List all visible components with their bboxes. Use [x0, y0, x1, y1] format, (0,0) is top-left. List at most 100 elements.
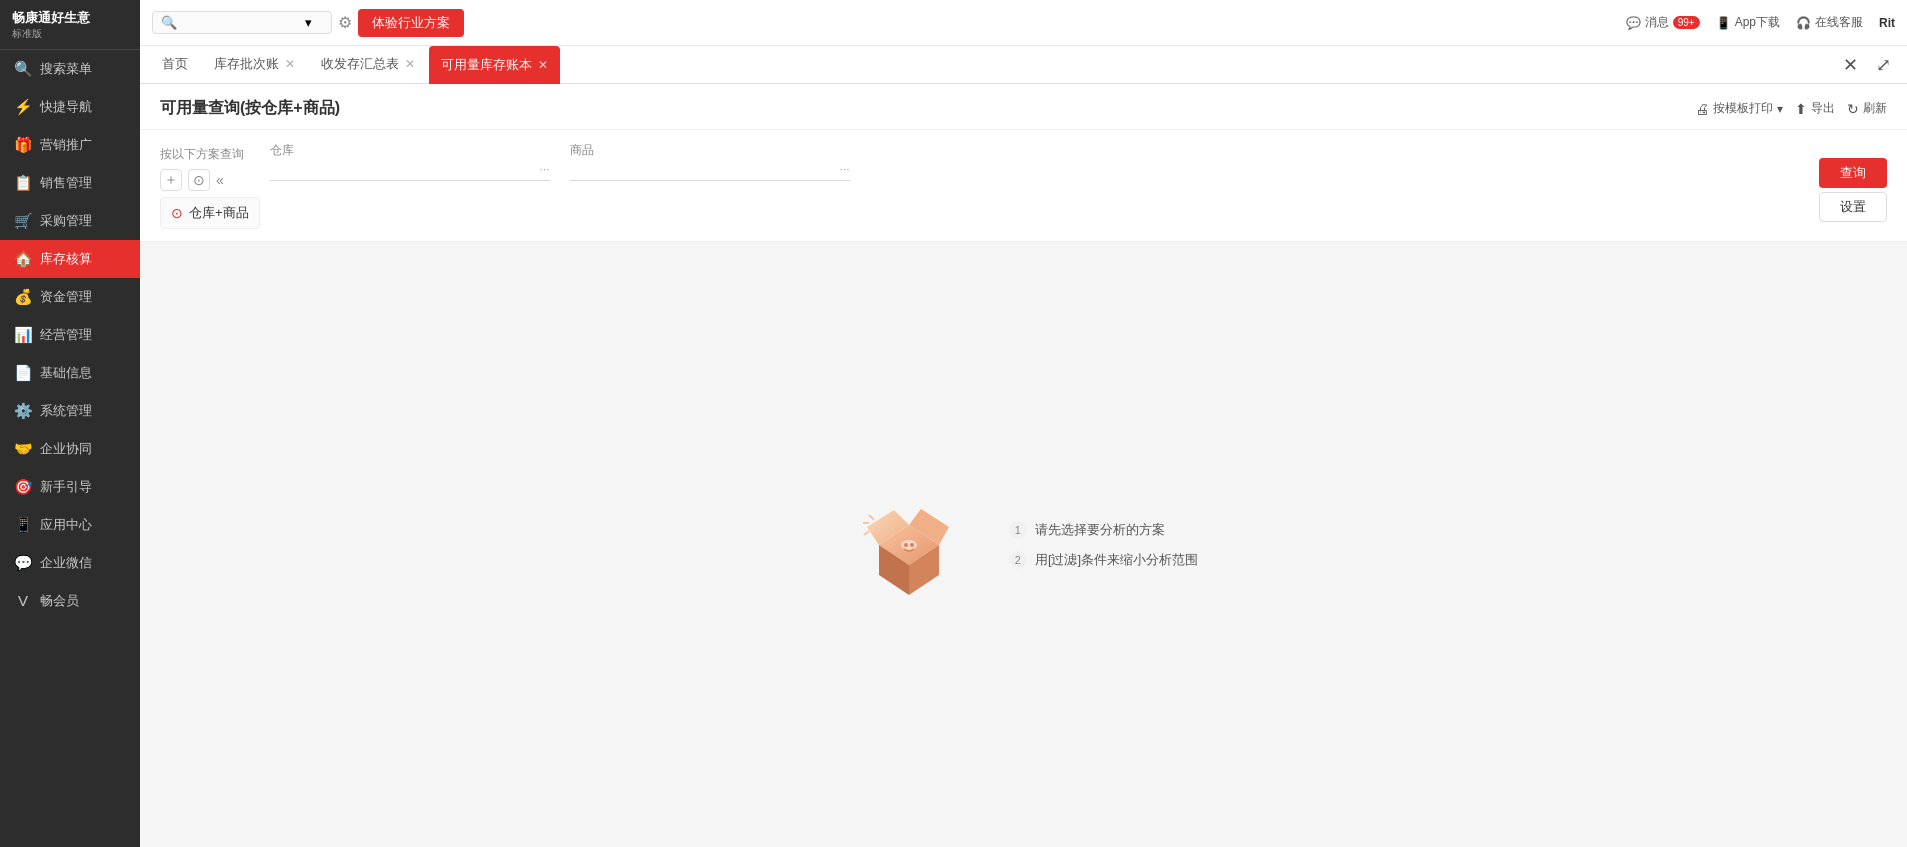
- sidebar-label-system: 系统管理: [40, 402, 92, 420]
- sidebar-item-shortcut[interactable]: ⚡快捷导航: [0, 88, 140, 126]
- sidebar-icon-member: V: [14, 592, 32, 609]
- filter-scheme: ＋ ⊙ «: [160, 169, 260, 191]
- sidebar: 畅康通好生意 标准版 🔍搜索菜单⚡快捷导航 🎁 营销推广 📋 销售管理 🛒采购管理 🏠 库存核…: [0, 0, 140, 847]
- scheme-add-button[interactable]: ＋: [160, 169, 182, 191]
- tabs-bar: 首页 库存批次账 ✕ 收发存汇总表 ✕ 可用量库存账本 ✕ ✕ ⤢: [140, 46, 1907, 84]
- topbar: 🔍 ▾ ⚙ 体验行业方案 💬 消息 99+ 📱 App下载 🎧 在线客服 Rit: [140, 0, 1907, 46]
- svg-line-10: [864, 531, 869, 535]
- online-service-label: 在线客服: [1815, 14, 1863, 31]
- scheme-setting-button[interactable]: ⊙: [188, 169, 210, 191]
- sidebar-icon-wechat: 💬: [14, 554, 32, 572]
- sidebar-icon-operations: 📊: [14, 326, 32, 344]
- product-filter-field: 商品 ···: [570, 142, 850, 181]
- page-content: 可用量查询(按仓库+商品) 🖨 按模板打印 ▾ ⬆ 导出 ↻ 刷新: [140, 84, 1907, 847]
- tab-available[interactable]: 可用量库存账本 ✕: [429, 46, 560, 84]
- sidebar-label-inventory: 库存核算: [40, 250, 92, 268]
- sidebar-item-finance[interactable]: 💰资金管理: [0, 278, 140, 316]
- search-area[interactable]: 🔍 ▾: [152, 11, 332, 34]
- close-batch-icon[interactable]: ✕: [285, 57, 295, 71]
- filter-fields: 仓库 ··· 商品 ···: [270, 142, 1809, 181]
- sidebar-icon-sales: 📋: [14, 174, 32, 192]
- logo-sub: 标准版: [12, 27, 128, 41]
- page-title: 可用量查询(按仓库+商品): [160, 98, 340, 119]
- gear-icon[interactable]: ⚙: [338, 13, 352, 32]
- sidebar-icon-shortcut: ⚡: [14, 98, 32, 116]
- notification-area[interactable]: 💬 消息 99+: [1626, 14, 1700, 31]
- refresh-icon: ↻: [1847, 101, 1859, 117]
- tab-home-label: 首页: [162, 55, 188, 73]
- sidebar-icon-basic: 📄: [14, 364, 32, 382]
- user-name[interactable]: Rit: [1879, 16, 1895, 30]
- tab-batch[interactable]: 库存批次账 ✕: [202, 46, 307, 84]
- empty-tips: 1 请先选择要分析的方案 2 用[过滤]条件来缩小分析范围: [1009, 521, 1198, 569]
- print-icon: 🖨: [1695, 101, 1709, 117]
- tip-number-1: 1: [1009, 521, 1027, 539]
- sidebar-item-system[interactable]: ⚙️系统管理: [0, 392, 140, 430]
- close-available-icon[interactable]: ✕: [538, 58, 548, 72]
- tip-text-2: 用[过滤]条件来缩小分析范围: [1035, 551, 1198, 569]
- online-service-area[interactable]: 🎧 在线客服: [1796, 14, 1863, 31]
- export-action[interactable]: ⬆ 导出: [1795, 100, 1835, 117]
- search-icon: 🔍: [161, 15, 177, 30]
- sidebar-item-appstore[interactable]: 📱应用中心: [0, 506, 140, 544]
- sidebar-label-marketing: 营销推广: [40, 136, 92, 154]
- tab-summary-label: 收发存汇总表: [321, 55, 399, 73]
- fullscreen-tab-button[interactable]: ⤢: [1870, 52, 1897, 78]
- tip-text-1: 请先选择要分析的方案: [1035, 521, 1165, 539]
- notification-label: 消息: [1645, 14, 1669, 31]
- sidebar-item-marketing[interactable]: 🎁 营销推广: [0, 126, 140, 164]
- refresh-action[interactable]: ↻ 刷新: [1847, 100, 1887, 117]
- warehouse-input[interactable]: [270, 161, 536, 176]
- print-action[interactable]: 🖨 按模板打印 ▾: [1695, 100, 1783, 117]
- sidebar-icon-finance: 💰: [14, 288, 32, 306]
- tab-home[interactable]: 首页: [150, 46, 200, 84]
- close-tab-button[interactable]: ✕: [1837, 52, 1864, 78]
- sidebar-item-newbie[interactable]: 🎯新手引导: [0, 468, 140, 506]
- sidebar-label-member: 畅会员: [40, 592, 79, 610]
- sidebar-item-wechat[interactable]: 💬企业微信: [0, 544, 140, 582]
- sidebar-item-purchase[interactable]: 🛒采购管理: [0, 202, 140, 240]
- query-button[interactable]: 查询: [1819, 158, 1887, 188]
- svg-point-6: [904, 543, 908, 547]
- trial-button[interactable]: 体验行业方案: [358, 9, 464, 37]
- phone-icon: 📱: [1716, 16, 1731, 30]
- logo-title: 畅康通好生意: [12, 10, 128, 27]
- sidebar-icon-search: 🔍: [14, 60, 32, 78]
- warehouse-more-button[interactable]: ···: [540, 162, 550, 176]
- sidebar-item-operations[interactable]: 📊经营管理: [0, 316, 140, 354]
- chevron-down-icon: ▾: [305, 15, 312, 30]
- print-label: 按模板打印: [1713, 100, 1773, 117]
- refresh-label: 刷新: [1863, 100, 1887, 117]
- scheme-collapse-button[interactable]: «: [216, 172, 224, 188]
- settings-button[interactable]: 设置: [1819, 192, 1887, 222]
- filter-left: 按以下方案查询 ＋ ⊙ « ⊙ 仓库+商品: [160, 142, 260, 229]
- print-chevron-icon: ▾: [1777, 102, 1783, 116]
- product-more-button[interactable]: ···: [840, 162, 850, 176]
- sidebar-label-purchase: 采购管理: [40, 212, 92, 230]
- tab-summary[interactable]: 收发存汇总表 ✕: [309, 46, 427, 84]
- topbar-right: 💬 消息 99+ 📱 App下载 🎧 在线客服 Rit: [1626, 14, 1895, 31]
- sidebar-item-inventory[interactable]: 🏠 库存核算: [0, 240, 140, 278]
- scheme-item-icon: ⊙: [171, 205, 183, 221]
- sidebar-scroll: 🔍搜索菜单⚡快捷导航 🎁 营销推广 📋 销售管理 🛒采购管理 🏠 库存核算 💰资金管理📊经营管理…: [0, 50, 140, 847]
- app-download-area[interactable]: 📱 App下载: [1716, 14, 1780, 31]
- empty-state: 1 请先选择要分析的方案 2 用[过滤]条件来缩小分析范围: [140, 242, 1907, 847]
- sidebar-item-sales[interactable]: 📋 销售管理: [0, 164, 140, 202]
- close-summary-icon[interactable]: ✕: [405, 57, 415, 71]
- sidebar-item-basic[interactable]: 📄基础信息: [0, 354, 140, 392]
- sidebar-icon-inventory: 🏠: [14, 250, 32, 268]
- export-label: 导出: [1811, 100, 1835, 117]
- sidebar-logo: 畅康通好生意 标准版: [0, 0, 140, 50]
- product-input[interactable]: [570, 161, 836, 176]
- search-input[interactable]: [181, 16, 301, 30]
- tab-available-label: 可用量库存账本: [441, 56, 532, 74]
- sidebar-item-enterprise[interactable]: 🤝企业协同: [0, 430, 140, 468]
- scheme-item-warehouse-product[interactable]: ⊙ 仓库+商品: [160, 197, 260, 229]
- sidebar-item-member[interactable]: V 畅会员: [0, 582, 140, 620]
- warehouse-field-label: 仓库: [270, 142, 550, 159]
- sidebar-label-sales: 销售管理: [40, 174, 92, 192]
- sidebar-icon-appstore: 📱: [14, 516, 32, 534]
- sidebar-item-search[interactable]: 🔍搜索菜单: [0, 50, 140, 88]
- sidebar-icon-marketing: 🎁: [14, 136, 32, 154]
- tip-number-2: 2: [1009, 551, 1027, 569]
